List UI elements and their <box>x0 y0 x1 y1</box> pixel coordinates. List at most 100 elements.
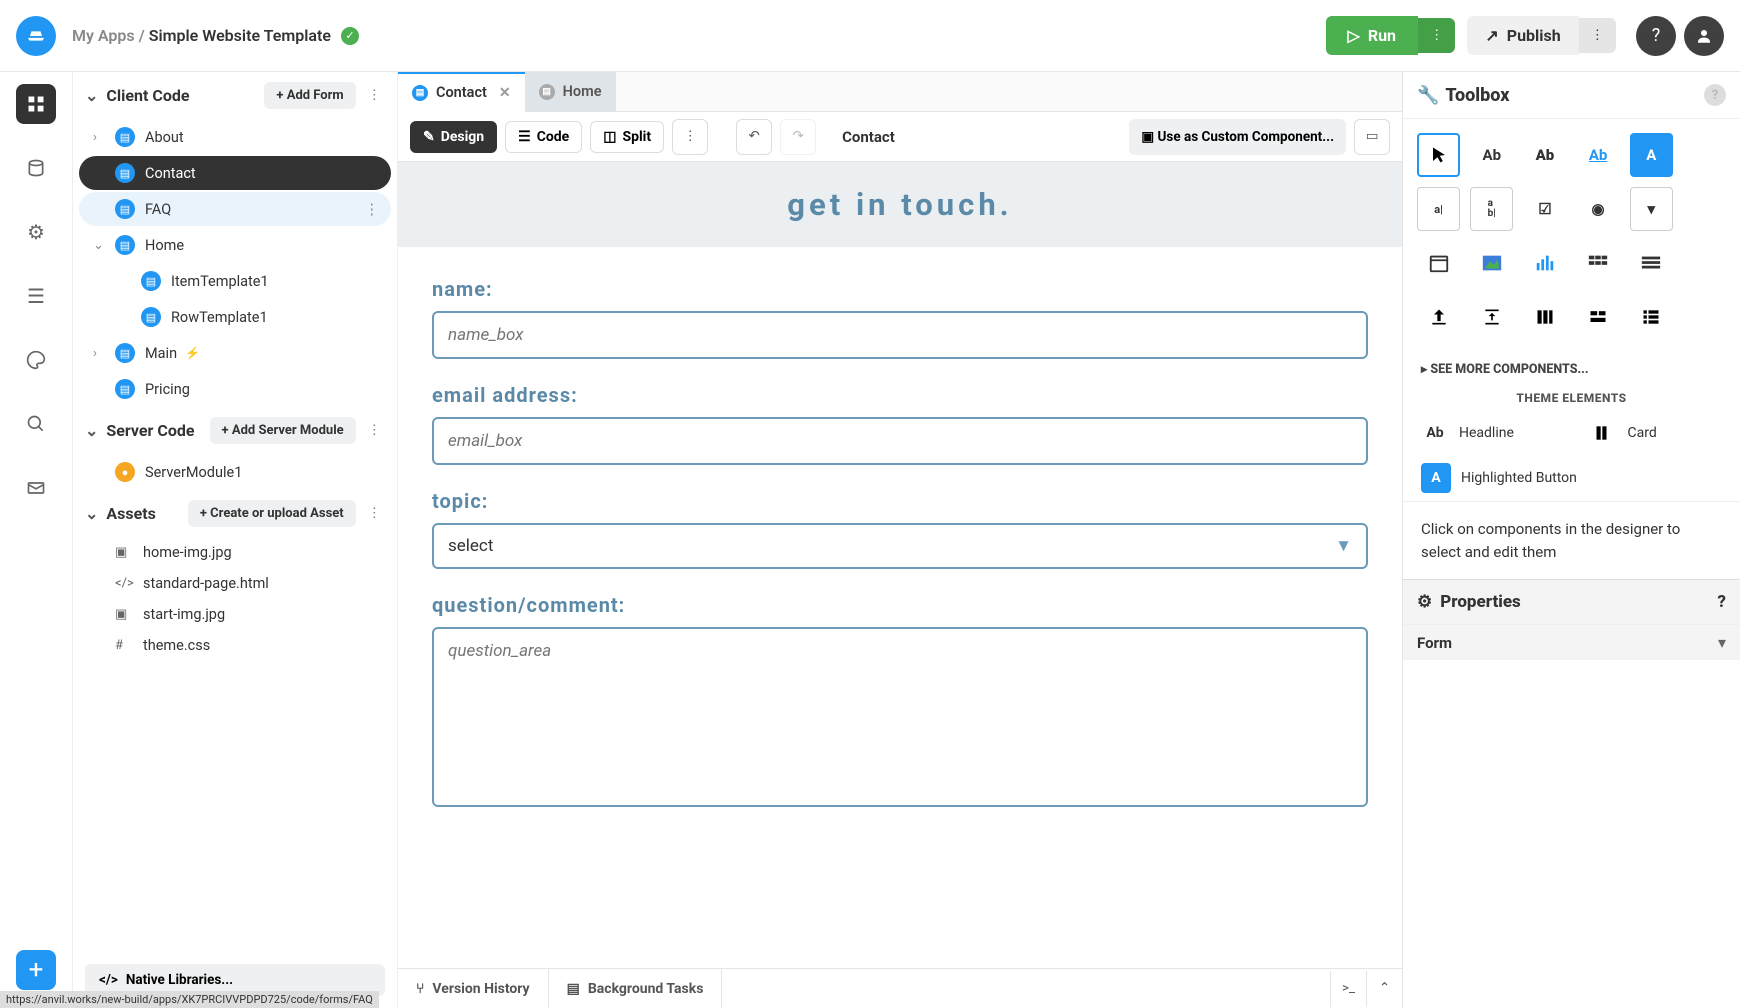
asset-start-img[interactable]: ▣ start-img.jpg <box>73 599 397 630</box>
button-icon: A <box>1421 463 1451 493</box>
properties-header[interactable]: ⚙ Properties ? <box>1403 579 1740 624</box>
wrench-icon: 🔧 <box>1417 85 1439 106</box>
property-form[interactable]: Form ▾ <box>1403 624 1740 660</box>
form-item-template[interactable]: ▤ ItemTemplate1 <box>79 264 391 298</box>
anvil-logo[interactable] <box>16 16 56 56</box>
breadcrumb-root[interactable]: My Apps <box>72 26 135 45</box>
tool-linear-panel[interactable] <box>1630 295 1673 339</box>
help-button[interactable]: ? <box>1636 16 1676 56</box>
center-panel: ▤ Contact ✕ ▤ Home ✎ Design ☰ Code ◫ Spl… <box>398 72 1402 1008</box>
asset-home-img[interactable]: ▣ home-img.jpg <box>73 537 397 568</box>
rail-data-icon[interactable] <box>16 148 56 188</box>
server-code-header[interactable]: ⌄ Server Code + Add Server Module ⋮ <box>73 407 397 454</box>
publish-more-button[interactable]: ⋮ <box>1579 18 1616 53</box>
tool-label[interactable]: Ab <box>1470 133 1513 177</box>
tool-radio[interactable]: ◉ <box>1577 187 1620 231</box>
question-textarea[interactable] <box>432 627 1368 807</box>
server-module-item[interactable]: ● ServerModule1 <box>79 455 391 489</box>
tool-link[interactable]: Ab <box>1577 133 1620 177</box>
item-more-icon[interactable]: ⋮ <box>365 201 380 218</box>
tool-datagrid[interactable] <box>1577 241 1620 285</box>
create-asset-button[interactable]: + Create or upload Asset <box>188 500 356 527</box>
server-code-more[interactable]: ⋮ <box>364 419 385 442</box>
sliders-icon: ⚙ <box>1417 592 1432 612</box>
client-code-more[interactable]: ⋮ <box>364 84 385 107</box>
design-canvas[interactable]: get in touch. name: email address: topic… <box>398 162 1402 968</box>
name-label: name: <box>432 277 1368 301</box>
theme-highlighted-button[interactable]: A Highlighted Button <box>1403 455 1740 501</box>
hero-section[interactable]: get in touch. <box>398 162 1402 247</box>
rail-add-button[interactable]: + <box>16 950 56 990</box>
console-button[interactable]: >_ <box>1330 971 1366 1007</box>
rail-theme-icon[interactable] <box>16 340 56 380</box>
external-link-icon: ↗ <box>1485 26 1498 45</box>
breadcrumb-app[interactable]: Simple Website Template <box>149 26 331 45</box>
tool-button[interactable]: A <box>1630 133 1673 177</box>
tool-datepicker[interactable] <box>1417 241 1460 285</box>
undo-button[interactable]: ↶ <box>736 119 772 155</box>
help-icon[interactable]: ? <box>1704 84 1726 106</box>
assets-header[interactable]: ⌄ Assets + Create or upload Asset ⋮ <box>73 490 397 537</box>
close-icon[interactable]: ✕ <box>499 85 511 101</box>
form-icon: ▤ <box>115 163 135 183</box>
rail-app-browser[interactable] <box>16 84 56 124</box>
run-more-button[interactable]: ⋮ <box>1418 18 1455 53</box>
tool-textarea[interactable]: ab| <box>1470 187 1513 231</box>
tool-label-bold[interactable]: Ab <box>1523 133 1566 177</box>
tool-textbox[interactable]: a| <box>1417 187 1460 231</box>
tool-spacer[interactable] <box>1470 295 1513 339</box>
split-toggle[interactable]: ◫ Split <box>590 121 664 153</box>
theme-headline[interactable]: Ab Headline <box>1403 411 1572 455</box>
form-row-template[interactable]: ▤ RowTemplate1 <box>79 300 391 334</box>
tab-contact[interactable]: ▤ Contact ✕ <box>398 72 525 112</box>
tool-repeating-panel[interactable] <box>1630 241 1673 285</box>
redo-button[interactable]: ↷ <box>780 119 816 155</box>
breadcrumb: My Apps / Simple Website Template <box>72 26 331 45</box>
publish-button[interactable]: ↗ Publish <box>1467 16 1578 55</box>
client-code-header[interactable]: ⌄ Client Code + Add Form ⋮ <box>73 72 397 119</box>
chevron-right-icon: › <box>93 130 97 145</box>
add-server-module-button[interactable]: + Add Server Module <box>210 417 356 444</box>
toolbar-more[interactable]: ⋮ <box>672 119 708 155</box>
tool-dropdown[interactable]: ▾ <box>1630 187 1673 231</box>
theme-card[interactable]: Card <box>1572 411 1740 455</box>
background-tasks-tab[interactable]: ▤ Background Tasks <box>549 969 723 1008</box>
topic-select[interactable]: select ▼ <box>432 523 1368 569</box>
account-button[interactable] <box>1684 16 1724 56</box>
email-input[interactable] <box>432 417 1368 465</box>
run-button[interactable]: ▷ Run <box>1326 16 1419 55</box>
help-icon[interactable]: ? <box>1717 592 1726 612</box>
form-home[interactable]: ⌄ ▤ Home <box>79 228 391 262</box>
collapse-button[interactable]: ⌃ <box>1366 971 1402 1007</box>
tab-home[interactable]: ▤ Home <box>525 72 616 112</box>
expand-button[interactable]: ▭ <box>1354 119 1390 155</box>
toolbar-title: Contact <box>842 128 895 146</box>
rail-settings-icon[interactable]: ⚙ <box>16 212 56 252</box>
add-form-button[interactable]: + Add Form <box>264 82 355 109</box>
rail-outline-icon[interactable]: ☰ <box>16 276 56 316</box>
form-pricing[interactable]: ▤ Pricing <box>79 372 391 406</box>
tool-flow-panel[interactable] <box>1577 295 1620 339</box>
tool-plot[interactable] <box>1523 241 1566 285</box>
form-faq[interactable]: ▤ FAQ ⋮ <box>79 192 391 226</box>
assets-more[interactable]: ⋮ <box>364 502 385 525</box>
rail-email-icon[interactable] <box>16 468 56 508</box>
tool-column-panel[interactable] <box>1523 295 1566 339</box>
tool-checkbox[interactable]: ☑ <box>1523 187 1566 231</box>
asset-theme-css[interactable]: # theme.css <box>73 630 397 661</box>
tool-image[interactable] <box>1470 241 1513 285</box>
form-about[interactable]: › ▤ About <box>79 120 391 154</box>
tool-pointer[interactable] <box>1417 133 1460 177</box>
rail-search-icon[interactable] <box>16 404 56 444</box>
see-more-components[interactable]: ▸ SEE MORE COMPONENTS... <box>1403 353 1740 385</box>
code-toggle[interactable]: ☰ Code <box>505 121 582 153</box>
form-main[interactable]: › ▤ Main ⚡ <box>79 336 391 370</box>
asset-standard-page[interactable]: </> standard-page.html <box>73 568 397 599</box>
form-contact[interactable]: ▤ Contact <box>79 156 391 190</box>
design-toggle[interactable]: ✎ Design <box>410 121 497 153</box>
version-history-tab[interactable]: ⑂ Version History <box>398 969 549 1008</box>
code-icon: </> <box>99 972 118 988</box>
name-input[interactable] <box>432 311 1368 359</box>
tool-fileloader[interactable] <box>1417 295 1460 339</box>
custom-component-button[interactable]: ▣ Use as Custom Component... <box>1129 119 1346 155</box>
